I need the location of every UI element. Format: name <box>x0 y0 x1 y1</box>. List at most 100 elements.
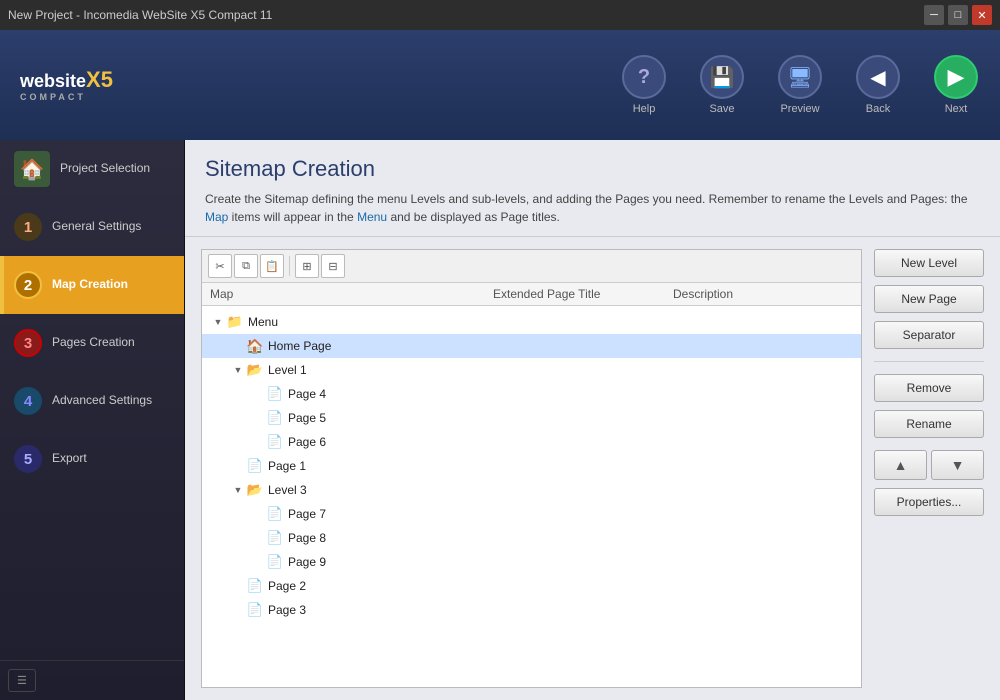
page2-icon: 📄 <box>246 577 264 595</box>
level1-icon: 📂 <box>246 361 264 379</box>
tree-item-menu[interactable]: ▼ 📁 Menu <box>202 310 861 334</box>
page-title: Sitemap Creation <box>205 156 980 182</box>
home-icon: 🏠 <box>14 151 50 187</box>
maximize-button[interactable]: □ <box>948 5 968 25</box>
tool-expand[interactable]: ⊞ <box>295 254 319 278</box>
sidebar-item-advanced-settings[interactable]: 4 Advanced Settings <box>0 372 184 430</box>
toolbar-actions: ? Help 💾 Save 🖥 Preview ◀ Back ▶ Next <box>610 47 990 123</box>
tool-cut[interactable]: ✂ <box>208 254 232 278</box>
level3-label: Level 3 <box>268 483 307 497</box>
page5-icon: 📄 <box>266 409 284 427</box>
help-button[interactable]: ? Help <box>610 47 678 123</box>
sidebar-step1-label: General Settings <box>52 219 141 235</box>
tool-copy[interactable]: ⧉ <box>234 254 258 278</box>
page3-label: Page 3 <box>268 603 306 617</box>
back-icon: ◀ <box>856 55 900 99</box>
close-button[interactable]: ✕ <box>972 5 992 25</box>
save-label: Save <box>709 103 734 115</box>
tree-item-level1[interactable]: ▼ 📂 Level 1 <box>202 358 861 382</box>
page-header: Sitemap Creation Create the Sitemap defi… <box>185 140 1000 237</box>
level1-label: Level 1 <box>268 363 307 377</box>
tree-area[interactable]: ▼ 📁 Menu 🏠 Home Page <box>202 306 861 687</box>
next-icon: ▶ <box>934 55 978 99</box>
col-description: Description <box>673 287 853 301</box>
page5-label: Page 5 <box>288 411 326 425</box>
tree-item-level3[interactable]: ▼ 📂 Level 3 <box>202 478 861 502</box>
preview-icon: 🖥 <box>778 55 822 99</box>
map-highlight: Map <box>205 210 228 224</box>
next-button[interactable]: ▶ Next <box>922 47 990 123</box>
tree-item-page6[interactable]: 📄 Page 6 <box>202 430 861 454</box>
action-separator <box>874 361 984 362</box>
separator-button[interactable]: Separator <box>874 321 984 349</box>
tree-item-page1[interactable]: 📄 Page 1 <box>202 454 861 478</box>
menu-folder-icon: 📁 <box>226 313 244 331</box>
toggle-level1[interactable]: ▼ <box>230 365 246 375</box>
app-container: websiteX5 COMPACT ? Help 💾 Save 🖥 Previe… <box>0 30 1000 700</box>
page9-icon: 📄 <box>266 553 284 571</box>
main-content: Sitemap Creation Create the Sitemap defi… <box>185 140 1000 700</box>
tree-item-page2[interactable]: 📄 Page 2 <box>202 574 861 598</box>
right-panel: New Level New Page Separator Remove Rena… <box>874 249 984 688</box>
toggle-level3[interactable]: ▼ <box>230 485 246 495</box>
save-button[interactable]: 💾 Save <box>688 47 756 123</box>
sidebar-item-pages-creation[interactable]: 3 Pages Creation <box>0 314 184 372</box>
menu-label: Menu <box>248 315 278 329</box>
page7-label: Page 7 <box>288 507 326 521</box>
move-up-button[interactable]: ▲ <box>874 450 927 480</box>
rename-button[interactable]: Rename <box>874 410 984 438</box>
new-level-button[interactable]: New Level <box>874 249 984 277</box>
sidebar-item-export[interactable]: 5 Export <box>0 430 184 488</box>
tree-item-page7[interactable]: 📄 Page 7 <box>202 502 861 526</box>
content-area: ✂ ⧉ 📋 ⊞ ⊟ Map Extended Page Title Descri… <box>185 237 1000 700</box>
page6-label: Page 6 <box>288 435 326 449</box>
sidebar: 🏠 Project Selection 1 General Settings 2… <box>0 140 185 700</box>
sidebar-step5-label: Export <box>52 451 87 467</box>
sidebar-item-project-selection[interactable]: 🏠 Project Selection <box>0 140 184 198</box>
sidebar-home-label: Project Selection <box>60 161 150 177</box>
sidebar-item-general-settings[interactable]: 1 General Settings <box>0 198 184 256</box>
logo-website: website <box>20 71 86 91</box>
preview-button[interactable]: 🖥 Preview <box>766 47 834 123</box>
title-bar: New Project - Incomedia WebSite X5 Compa… <box>0 0 1000 30</box>
new-page-button[interactable]: New Page <box>874 285 984 313</box>
window-title: New Project - Incomedia WebSite X5 Compa… <box>8 8 272 22</box>
page1-icon: 📄 <box>246 457 264 475</box>
properties-button[interactable]: Properties... <box>874 488 984 516</box>
page2-label: Page 2 <box>268 579 306 593</box>
sidebar-menu-button[interactable]: ☰ <box>8 669 36 692</box>
back-label: Back <box>866 103 890 115</box>
back-button[interactable]: ◀ Back <box>844 47 912 123</box>
page8-label: Page 8 <box>288 531 326 545</box>
sidebar-item-map-creation[interactable]: 2 Map Creation <box>0 256 184 314</box>
tree-item-homepage[interactable]: 🏠 Home Page <box>202 334 861 358</box>
sitemap-panel: ✂ ⧉ 📋 ⊞ ⊟ Map Extended Page Title Descri… <box>201 249 862 688</box>
arrow-buttons: ▲ ▼ <box>874 450 984 480</box>
remove-button[interactable]: Remove <box>874 374 984 402</box>
page8-icon: 📄 <box>266 529 284 547</box>
page3-icon: 📄 <box>246 601 264 619</box>
page-description: Create the Sitemap defining the menu Lev… <box>205 190 980 226</box>
page4-icon: 📄 <box>266 385 284 403</box>
tree-item-page5[interactable]: 📄 Page 5 <box>202 406 861 430</box>
tool-collapse[interactable]: ⊟ <box>321 254 345 278</box>
tree-item-page9[interactable]: 📄 Page 9 <box>202 550 861 574</box>
sidebar-step3-label: Pages Creation <box>52 335 135 351</box>
move-down-button[interactable]: ▼ <box>931 450 984 480</box>
tool-paste[interactable]: 📋 <box>260 254 284 278</box>
page9-label: Page 9 <box>288 555 326 569</box>
page7-icon: 📄 <box>266 505 284 523</box>
minimize-button[interactable]: ─ <box>924 5 944 25</box>
sitemap-header: Map Extended Page Title Description <box>202 283 861 306</box>
tree-item-page4[interactable]: 📄 Page 4 <box>202 382 861 406</box>
toggle-menu[interactable]: ▼ <box>210 317 226 327</box>
tree-item-page3[interactable]: 📄 Page 3 <box>202 598 861 622</box>
preview-label: Preview <box>780 103 819 115</box>
help-label: Help <box>633 103 656 115</box>
body-area: 🏠 Project Selection 1 General Settings 2… <box>0 140 1000 700</box>
homepage-icon: 🏠 <box>246 337 264 355</box>
page6-icon: 📄 <box>266 433 284 451</box>
tree-item-page8[interactable]: 📄 Page 8 <box>202 526 861 550</box>
help-icon: ? <box>622 55 666 99</box>
menu-highlight: Menu <box>357 210 387 224</box>
